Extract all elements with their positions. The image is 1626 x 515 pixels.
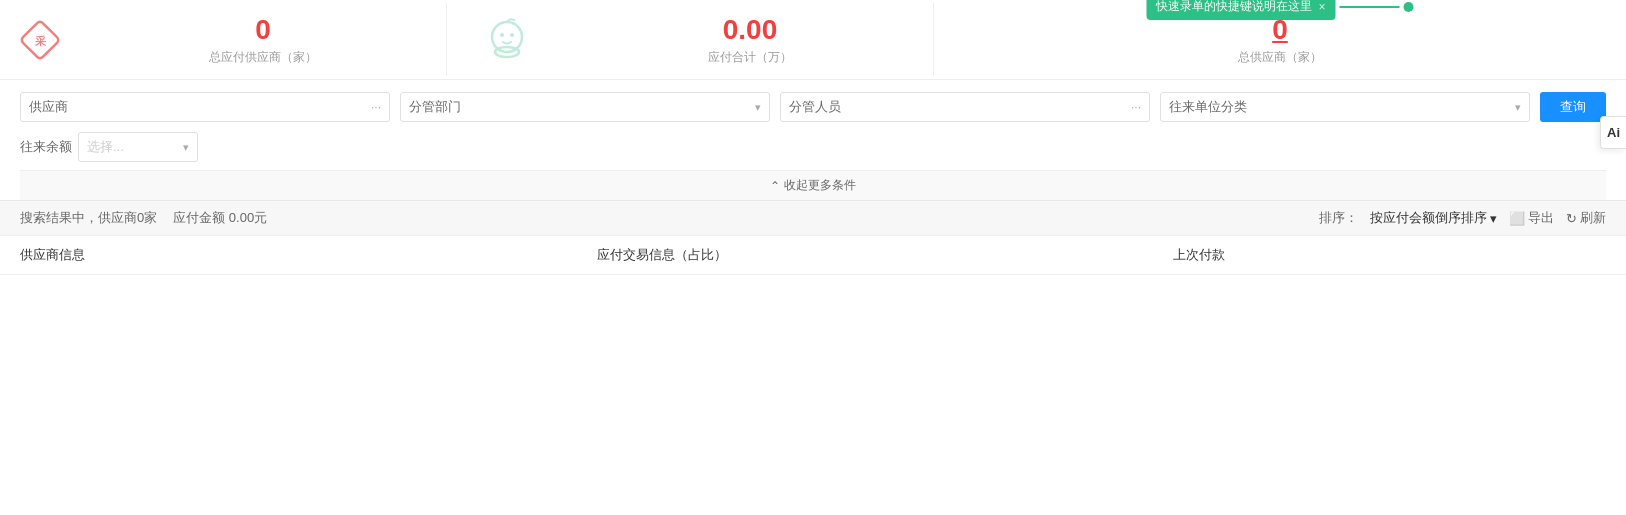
svg-point-4 xyxy=(500,33,504,37)
stat-payable-suppliers-label: 总应付供应商（家） xyxy=(209,49,317,66)
tooltip-dot xyxy=(1404,2,1414,12)
stat-total-payable-suppliers: 0 总应付供应商（家） xyxy=(80,3,447,76)
refresh-button[interactable]: ↻ 刷新 xyxy=(1566,209,1606,227)
supplier-input[interactable] xyxy=(74,100,371,115)
amount-filter[interactable]: 往来余额 选择... ▾ xyxy=(20,132,198,162)
tooltip-line xyxy=(1340,6,1400,8)
collapse-bar: ⌃ 收起更多条件 xyxy=(20,170,1606,200)
amount-select[interactable]: 选择... ▾ xyxy=(78,132,198,162)
search-result-text: 搜索结果中，供应商0家 xyxy=(20,209,157,227)
amount-arrow-icon: ▾ xyxy=(183,141,189,154)
person-label: 分管人员 xyxy=(789,98,841,116)
amount-select-placeholder: 选择... xyxy=(87,138,183,156)
collapse-text: 收起更多条件 xyxy=(784,177,856,194)
col-header-supplier-info: 供应商信息 xyxy=(20,246,597,264)
svg-text:采: 采 xyxy=(35,35,47,47)
sort-value: 按应付会额倒序排序 xyxy=(1370,209,1487,227)
amount-label: 往来余额 xyxy=(20,138,72,156)
collapse-icon: ⌃ xyxy=(770,179,780,193)
supplier-filter[interactable]: 供应商 ··· xyxy=(20,92,390,122)
filter-row-1: 供应商 ··· 分管部门 ▾ 分管人员 ··· 往来单位分类 ▾ 查询 xyxy=(20,92,1606,122)
payable-amount-text: 应付金额 0.00元 xyxy=(173,209,267,227)
table-header: 供应商信息 应付交易信息（占比） 上次付款 xyxy=(0,236,1626,275)
refresh-icon: ↻ xyxy=(1566,211,1577,226)
stat-payable-total-number: 0.00 xyxy=(723,13,778,47)
tooltip-close-icon[interactable]: × xyxy=(1318,0,1325,14)
result-actions: 排序： 按应付会额倒序排序 ▾ ⬜ 导出 ↻ 刷新 xyxy=(1319,209,1606,227)
dept-filter[interactable]: 分管部门 ▾ xyxy=(400,92,770,122)
svg-point-5 xyxy=(510,33,514,37)
filter-area: 供应商 ··· 分管部门 ▾ 分管人员 ··· 往来单位分类 ▾ 查询 往来余额 xyxy=(0,80,1626,201)
supplier-dots-icon[interactable]: ··· xyxy=(371,100,381,114)
export-label: 导出 xyxy=(1528,209,1554,227)
category-label: 往来单位分类 xyxy=(1169,98,1247,116)
refresh-label: 刷新 xyxy=(1580,209,1606,227)
export-icon: ⬜ xyxy=(1509,211,1525,226)
dept-arrow-icon: ▾ xyxy=(755,101,761,114)
stat-payable-total-label: 应付合计（万） xyxy=(708,49,792,66)
stat-total-suppliers: 快速录单的快捷键说明在这里 × 0 总供应商（家） xyxy=(934,3,1626,76)
tooltip-area: 快速录单的快捷键说明在这里 × xyxy=(1146,0,1413,20)
center-icon-block xyxy=(447,15,567,65)
sort-arrow-icon: ▾ xyxy=(1490,211,1497,226)
top-stats-bar: 采 0 总应付供应商（家） 0.00 应付合计（万） 快速录单的快捷键说明在这里… xyxy=(0,0,1626,80)
person-dots-icon[interactable]: ··· xyxy=(1131,100,1141,114)
stat-total-suppliers-label: 总供应商（家） xyxy=(1238,49,1322,66)
logo-block: 采 xyxy=(0,18,80,62)
result-summary: 搜索结果中，供应商0家 应付金额 0.00元 xyxy=(20,209,267,227)
query-button[interactable]: 查询 xyxy=(1540,92,1606,122)
table-body xyxy=(0,275,1626,515)
col-header-transaction: 应付交易信息（占比） xyxy=(597,246,1174,264)
col-header-last-payment: 上次付款 xyxy=(1173,246,1606,264)
collapse-button[interactable]: ⌃ 收起更多条件 xyxy=(770,177,856,194)
result-bar: 搜索结果中，供应商0家 应付金额 0.00元 排序： 按应付会额倒序排序 ▾ ⬜… xyxy=(0,201,1626,236)
tooltip-bubble: 快速录单的快捷键说明在这里 × xyxy=(1146,0,1335,20)
stat-payable-suppliers-number: 0 xyxy=(255,13,271,47)
sort-select[interactable]: 按应付会额倒序排序 ▾ xyxy=(1370,209,1497,227)
person-input[interactable] xyxy=(847,100,1131,115)
category-arrow-icon: ▾ xyxy=(1515,101,1521,114)
export-button[interactable]: ⬜ 导出 xyxy=(1509,209,1554,227)
stat-payable-total: 0.00 应付合计（万） xyxy=(567,3,934,76)
person-filter[interactable]: 分管人员 ··· xyxy=(780,92,1150,122)
ai-panel-button[interactable]: Ai xyxy=(1600,116,1626,149)
supplier-label: 供应商 xyxy=(29,98,68,116)
category-filter[interactable]: 往来单位分类 ▾ xyxy=(1160,92,1530,122)
tooltip-text: 快速录单的快捷键说明在这里 xyxy=(1156,0,1312,15)
sort-label: 排序： xyxy=(1319,209,1358,227)
dept-label: 分管部门 xyxy=(409,98,461,116)
filter-row-2: 往来余额 选择... ▾ xyxy=(20,132,1606,162)
